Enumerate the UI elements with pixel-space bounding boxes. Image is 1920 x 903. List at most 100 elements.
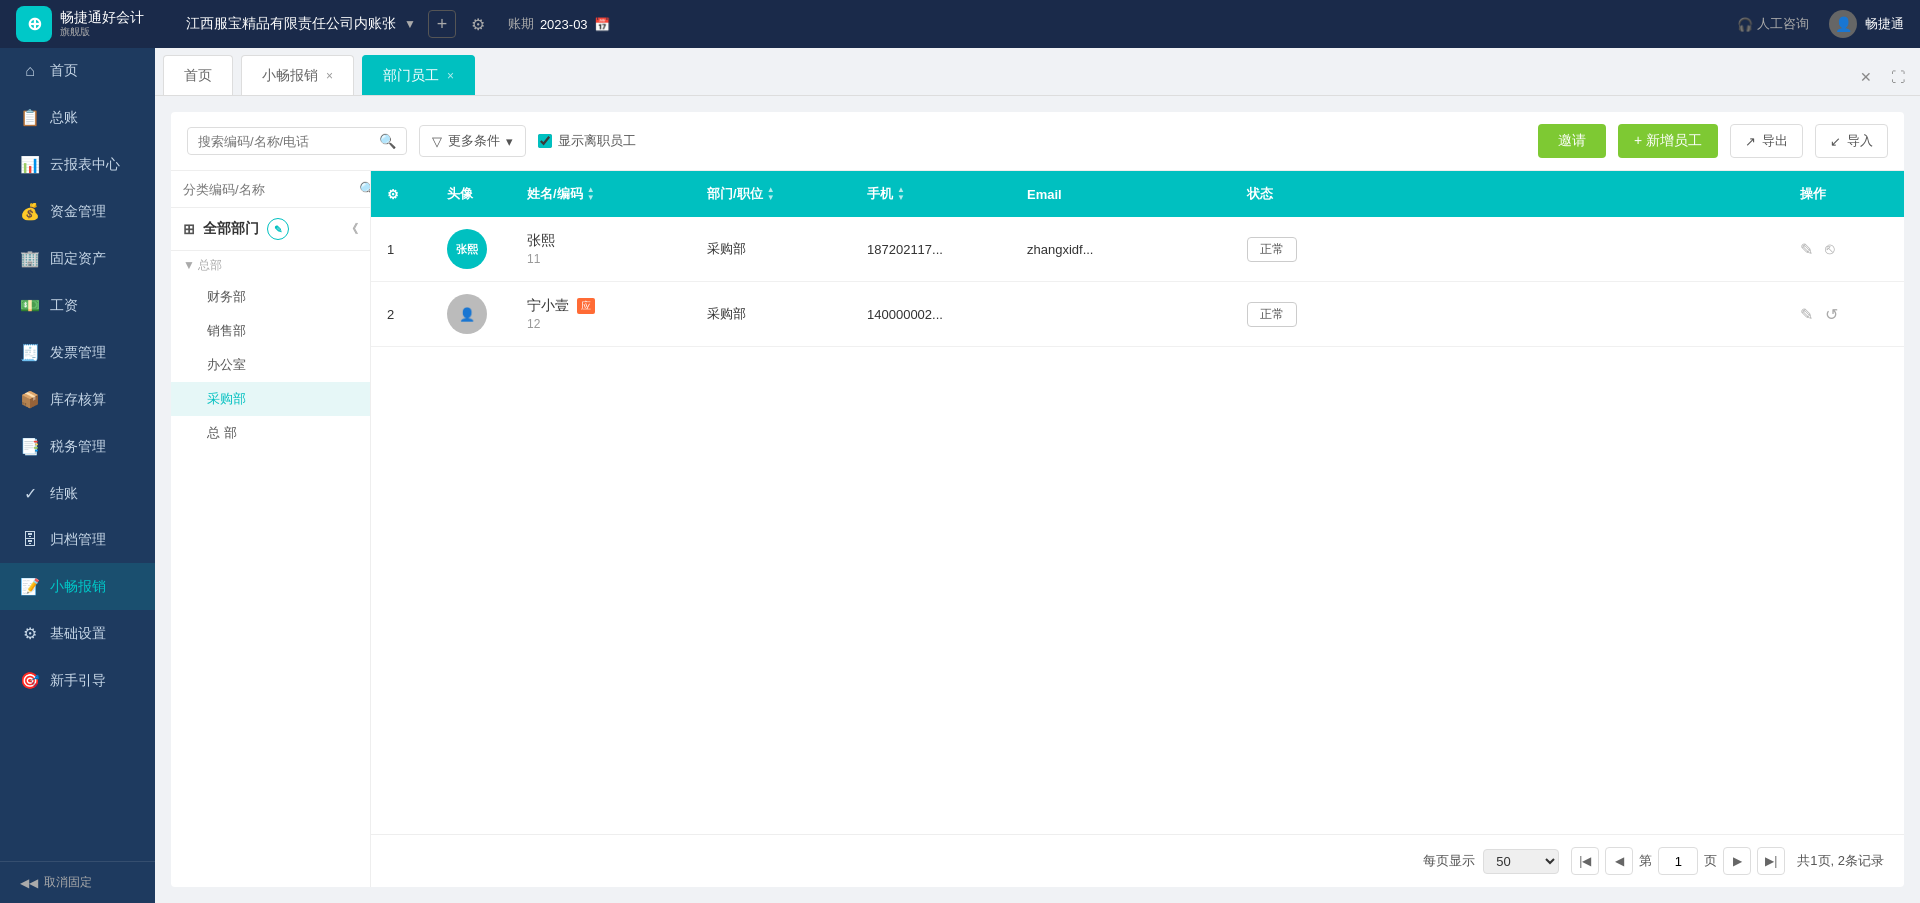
sort-dept-icon: ▲▼ <box>767 186 775 202</box>
sidebar-item-expense[interactable]: 📝 小畅报销 <box>0 563 155 610</box>
page-input[interactable] <box>1658 847 1698 875</box>
export-button[interactable]: ↗ 导出 <box>1730 124 1803 158</box>
expand-window-button[interactable]: ⛶ <box>1884 63 1912 91</box>
all-dept-header[interactable]: ⊞ 全部部门 ✎ 《 <box>171 208 370 251</box>
dept-node-sales[interactable]: 销售部 <box>171 314 370 348</box>
row1-avatar: 张熙 <box>447 229 487 269</box>
app-sub: 旗舰版 <box>60 25 144 39</box>
prev-page-button[interactable]: ◀ <box>1605 847 1633 875</box>
dept-node-office[interactable]: 办公室 <box>171 348 370 382</box>
header-right: 🎧 人工咨询 👤 畅捷通 <box>1737 10 1904 38</box>
first-page-button[interactable]: |◀ <box>1571 847 1599 875</box>
per-page-label: 每页显示 <box>1423 852 1475 870</box>
show-resigned-label[interactable]: 显示离职员工 <box>558 132 636 150</box>
table-header: ⚙ 头像 姓名/编码 ▲▼ 部门/职位 ▲▼ 手机 <box>371 171 1904 217</box>
add-tab-button[interactable]: + <box>428 10 456 38</box>
user-area[interactable]: 👤 畅捷通 <box>1829 10 1904 38</box>
table-empty-space <box>371 347 1904 834</box>
sidebar-item-assets[interactable]: 🏢 固定资产 <box>0 235 155 282</box>
content-split: 🔍 ⊞ 全部部门 ✎ 《 ▼ 总部 财务部 销售部 办公室 采购部 <box>171 171 1904 887</box>
row1-name-code: 张熙 11 <box>511 220 691 278</box>
col-name-code[interactable]: 姓名/编码 ▲▼ <box>511 171 691 217</box>
sidebar-label-tax: 税务管理 <box>50 438 106 456</box>
content-area: 首页 小畅报销 × 部门员工 × ✕ ⛶ 🔍 <box>155 48 1920 903</box>
dept-node-general[interactable]: 总 部 <box>171 416 370 450</box>
col-dept-pos[interactable]: 部门/职位 ▲▼ <box>691 171 851 217</box>
headset-icon: 🎧 <box>1737 17 1753 32</box>
sidebar-label-settings: 基础设置 <box>50 625 106 643</box>
more-filter-label: 更多条件 <box>448 132 500 150</box>
last-page-button[interactable]: ▶| <box>1757 847 1785 875</box>
pagination: 每页显示 50 100 200 |◀ ◀ 第 <box>371 834 1904 887</box>
sidebar-item-home[interactable]: ⌂ 首页 <box>0 48 155 94</box>
dept-node-purchase[interactable]: 采购部 <box>171 382 370 416</box>
sidebar-item-inventory[interactable]: 📦 库存核算 <box>0 376 155 423</box>
tab-expense[interactable]: 小畅报销 × <box>241 55 354 95</box>
add-employee-button[interactable]: + 新增员工 <box>1618 124 1718 158</box>
sidebar-label-finance: 资金管理 <box>50 203 106 221</box>
tab-dept-close[interactable]: × <box>447 69 454 83</box>
collapse-icon[interactable]: 《 <box>346 221 358 238</box>
sidebar-item-salary[interactable]: 💵 工资 <box>0 282 155 329</box>
sidebar-item-reports[interactable]: 📊 云报表中心 <box>0 141 155 188</box>
sidebar-item-finance[interactable]: 💰 资金管理 <box>0 188 155 235</box>
settings-icon[interactable]: ⚙ <box>464 10 492 38</box>
sidebar-item-invoice[interactable]: 🧾 发票管理 <box>0 329 155 376</box>
search-box[interactable]: 🔍 <box>187 127 407 155</box>
row2-refresh-icon[interactable]: ↺ <box>1825 305 1838 324</box>
import-icon: ↙ <box>1830 134 1841 149</box>
tab-home[interactable]: 首页 <box>163 55 233 95</box>
company-name: 江西服宝精品有限责任公司内账张 <box>186 15 396 33</box>
support-label: 人工咨询 <box>1757 15 1809 33</box>
col-phone[interactable]: 手机 ▲▼ <box>851 171 1011 217</box>
app-name: 畅捷通好会计 <box>60 9 144 26</box>
search-icon[interactable]: 🔍 <box>379 133 396 149</box>
company-selector[interactable]: 江西服宝精品有限责任公司内账张 ▼ <box>186 15 416 33</box>
sidebar-item-guide[interactable]: 🎯 新手引导 <box>0 657 155 704</box>
row2-dept: 采购部 <box>691 293 851 335</box>
total-info: 共1页, 2条记录 <box>1797 852 1884 870</box>
invite-button[interactable]: 邀请 <box>1538 124 1606 158</box>
tab-dept-employee[interactable]: 部门员工 × <box>362 55 475 95</box>
per-page-select[interactable]: 50 100 200 <box>1483 849 1559 874</box>
archive-icon: 🗄 <box>20 531 40 549</box>
tab-expense-close[interactable]: × <box>326 69 333 83</box>
more-filter-button[interactable]: ▽ 更多条件 ▾ <box>419 125 526 157</box>
page-word: 第 <box>1639 852 1652 870</box>
edit-dept-button[interactable]: ✎ <box>267 218 289 240</box>
sidebar-item-general-ledger[interactable]: 📋 总账 <box>0 94 155 141</box>
row2-edit-icon[interactable]: ✎ <box>1800 305 1813 324</box>
row1-edit-icon[interactable]: ✎ <box>1800 240 1813 259</box>
guide-icon: 🎯 <box>20 671 40 690</box>
ledger-icon: 📋 <box>20 108 40 127</box>
assets-icon: 🏢 <box>20 249 40 268</box>
show-resigned-checkbox[interactable] <box>538 134 552 148</box>
row1-actions: ✎ ⎋ <box>1784 228 1904 271</box>
close-window-button[interactable]: ✕ <box>1852 63 1880 91</box>
cancel-fixed-label: 取消固定 <box>44 874 92 891</box>
table-row: 2 👤 宁小壹 应 12 <box>371 282 1904 347</box>
calendar-icon[interactable]: 📅 <box>594 17 610 32</box>
dept-search-icon[interactable]: 🔍 <box>359 181 371 197</box>
dept-section-total: ▼ 总部 <box>171 251 370 280</box>
filter-chevron-icon: ▾ <box>506 134 513 149</box>
period-label: 账期 <box>508 15 534 33</box>
next-page-button[interactable]: ▶ <box>1723 847 1751 875</box>
search-input[interactable] <box>198 134 373 149</box>
dept-search-input[interactable] <box>183 182 351 197</box>
row1-index: 1 <box>371 230 431 269</box>
sidebar-item-close-accounts[interactable]: ✓ 结账 <box>0 470 155 517</box>
import-button[interactable]: ↙ 导入 <box>1815 124 1888 158</box>
page-nav: |◀ ◀ 第 页 ▶ ▶| <box>1571 847 1785 875</box>
support-button[interactable]: 🎧 人工咨询 <box>1737 15 1809 33</box>
row1-logout-icon[interactable]: ⎋ <box>1825 240 1835 258</box>
cancel-fixed-button[interactable]: ◀◀ 取消固定 <box>0 861 155 903</box>
sidebar-item-archive[interactable]: 🗄 归档管理 <box>0 517 155 563</box>
sidebar-item-settings[interactable]: ⚙ 基础设置 <box>0 610 155 657</box>
col-settings[interactable]: ⚙ <box>371 171 431 217</box>
row2-phone: 140000002... <box>851 295 1011 334</box>
dept-node-finance[interactable]: 财务部 <box>171 280 370 314</box>
salary-icon: 💵 <box>20 296 40 315</box>
sidebar-item-tax[interactable]: 📑 税务管理 <box>0 423 155 470</box>
col-email: Email <box>1011 171 1231 217</box>
